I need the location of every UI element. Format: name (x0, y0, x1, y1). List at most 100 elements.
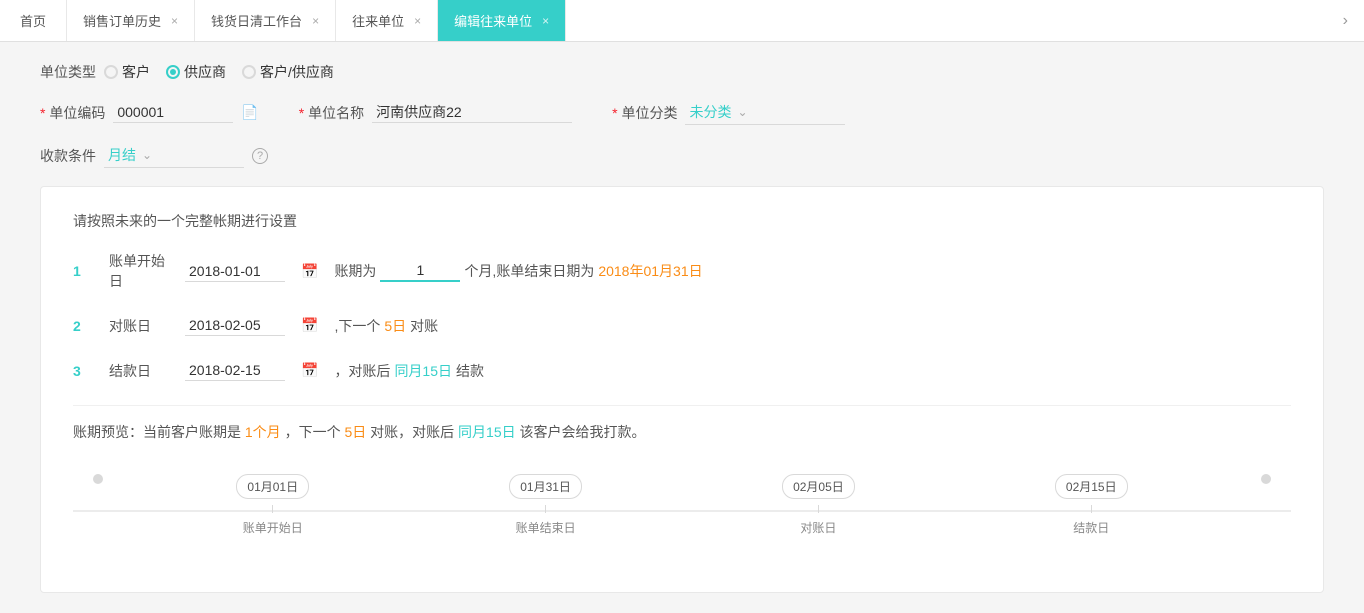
unit-category-label: 单位分类 (612, 103, 677, 123)
tab-label-cash-ledger: 钱货日清工作台 (211, 11, 302, 30)
reconcile-date-input[interactable] (185, 315, 285, 336)
suffix-pre-3: ，对账后 (334, 361, 390, 381)
doc-icon[interactable]: 📄 (241, 104, 258, 121)
unit-category-value: 未分类 (689, 102, 731, 122)
page-content: 单位类型 客户 供应商 客户/供应商 单位编码 📄 (0, 42, 1364, 613)
tabs-bar: 首页销售订单历史×钱货日清工作台×往来单位×编辑往来单位×› (0, 0, 1364, 42)
calendar-icon-3[interactable]: 📅 (301, 362, 318, 379)
timeline-label-4: 结款日 (1073, 519, 1109, 536)
radio-customer-supplier[interactable]: 客户/供应商 (242, 62, 334, 82)
tab-cash-ledger[interactable]: 钱货日清工作台 × (195, 0, 336, 41)
suffix-pre-2: ,下一个 (334, 316, 380, 336)
unit-code-label: 单位编码 (40, 103, 105, 123)
tab-close-cash-ledger[interactable]: × (312, 14, 319, 28)
end-date-highlight: 2018年01月31日 (598, 261, 702, 281)
unit-name-input[interactable] (372, 102, 572, 123)
setting-num-1: 1 (73, 263, 93, 279)
preview-part2: 5日 (344, 424, 366, 440)
suffix-post-3: 结款 (456, 361, 484, 381)
preview-label: 账期预览：当前客户账期是 (73, 424, 241, 440)
timeline-label-2: 账单结束日 (516, 519, 576, 536)
timeline-stem-3 (818, 505, 819, 513)
tab-close-sales-history[interactable]: × (171, 14, 178, 28)
radio-label-customer: 客户 (122, 62, 150, 82)
setting-row-1: 1 账单开始日 📅 账期为 个月,账单结束日期为 2018年01月31日 (73, 251, 1291, 291)
period-card: 请按照未来的一个完整帐期进行设置 1 账单开始日 📅 账期为 个月,账单结束日期… (40, 186, 1324, 593)
timeline-node-3: 02月05日 对账日 (782, 474, 855, 536)
timeline-label-3: 对账日 (800, 519, 836, 536)
setting-label-1: 账单开始日 (109, 251, 169, 291)
chevron-down-icon-payment: ⌄ (142, 148, 152, 162)
period-input[interactable] (380, 260, 460, 282)
tab-sales-history[interactable]: 销售订单历史 × (67, 0, 195, 41)
timeline-node-1: 01月01日 账单开始日 (236, 474, 309, 536)
setting-suffix-1: 账期为 个月,账单结束日期为 2018年01月31日 (334, 260, 702, 282)
radio-group-unit-type: 客户 供应商 客户/供应商 (104, 62, 334, 82)
tab-home[interactable]: 首页 (0, 0, 67, 41)
setting-num-2: 2 (73, 318, 93, 334)
unit-category-select[interactable]: 未分类 ⌄ (685, 100, 845, 125)
preview-text: 账期预览：当前客户账期是 1个月 ，下一个 5日 对账，对账后 同月15日 该客… (73, 422, 1291, 442)
tab-edit-counterparty[interactable]: 编辑往来单位× (438, 0, 566, 41)
radio-circle-supplier (166, 65, 180, 79)
setting-label-3: 结款日 (109, 361, 169, 381)
form-row-unit-type: 单位类型 客户 供应商 客户/供应商 (40, 62, 1324, 82)
preview-connector1: ，下一个 (285, 424, 341, 440)
unit-name-label: 单位名称 (299, 103, 364, 123)
timeline-start-dot (93, 474, 103, 484)
radio-circle-customer (104, 65, 118, 79)
timeline-pill-1: 01月01日 (236, 474, 309, 499)
radio-supplier[interactable]: 供应商 (166, 62, 226, 82)
payment-highlight: 同月15日 (394, 361, 452, 381)
timeline-stem-4 (1091, 505, 1092, 513)
reconcile-highlight: 5日 (384, 316, 406, 336)
form-row-payment-terms: 收款条件 月结 ⌄ ? (40, 143, 1324, 168)
timeline-pill-3: 02月05日 (782, 474, 855, 499)
dot-start (93, 474, 103, 484)
timeline-stem-2 (545, 505, 546, 513)
setting-suffix-3: ，对账后 同月15日 结款 (334, 361, 484, 381)
help-icon[interactable]: ? (252, 148, 268, 164)
unit-type-label: 单位类型 (40, 62, 96, 82)
field-unit-name: 单位名称 (299, 102, 572, 123)
setting-row-2: 2 对账日 📅 ,下一个 5日 对账 (73, 315, 1291, 336)
tab-more[interactable]: › (1327, 12, 1364, 30)
timeline-pill-4: 02月15日 (1055, 474, 1128, 499)
field-payment-terms: 收款条件 月结 ⌄ ? (40, 143, 268, 168)
suffix-post-2: 对账 (410, 316, 438, 336)
preview-connector2: 对账，对账后 (370, 424, 454, 440)
preview-section: 账期预览：当前客户账期是 1个月 ，下一个 5日 对账，对账后 同月15日 该客… (73, 405, 1291, 560)
radio-label-supplier: 供应商 (184, 62, 226, 82)
radio-circle-customer-supplier (242, 65, 256, 79)
setting-row-3: 3 结款日 📅 ，对账后 同月15日 结款 (73, 360, 1291, 381)
radio-customer[interactable]: 客户 (104, 62, 150, 82)
preview-part1: 1个月 (245, 424, 281, 440)
timeline-end-dot (1261, 474, 1271, 484)
tab-close-edit-counterparty[interactable]: × (542, 14, 549, 28)
preview-suffix: 该客户会给我打款。 (520, 424, 646, 440)
timeline: 01月01日 账单开始日 01月31日 账单结束日 02月05日 (73, 462, 1291, 560)
setting-label-2: 对账日 (109, 316, 169, 336)
start-date-input[interactable] (185, 261, 285, 282)
timeline-pill-2: 01月31日 (509, 474, 582, 499)
calendar-icon-1[interactable]: 📅 (301, 263, 318, 280)
calendar-icon-2[interactable]: 📅 (301, 317, 318, 334)
suffix-post-1: 个月,账单结束日期为 (464, 261, 594, 281)
payment-date-input[interactable] (185, 360, 285, 381)
payment-terms-value: 月结 (108, 145, 136, 165)
unit-code-input[interactable] (113, 102, 233, 123)
tab-label-sales-history: 销售订单历史 (83, 11, 161, 30)
timeline-node-4: 02月15日 结款日 (1055, 474, 1128, 536)
dot-end (1261, 474, 1271, 484)
card-subtitle: 请按照未来的一个完整帐期进行设置 (73, 211, 1291, 231)
field-unit-code: 单位编码 📄 (40, 102, 259, 123)
preview-part3: 同月15日 (458, 424, 516, 440)
setting-suffix-2: ,下一个 5日 对账 (334, 316, 438, 336)
radio-label-customer-supplier: 客户/供应商 (260, 62, 334, 82)
tab-counterparty[interactable]: 往来单位× (336, 0, 438, 41)
suffix-pre-1: 账期为 (334, 261, 376, 281)
setting-num-3: 3 (73, 363, 93, 379)
chevron-down-icon: ⌄ (737, 105, 747, 119)
payment-terms-select[interactable]: 月结 ⌄ (104, 143, 244, 168)
tab-close-counterparty[interactable]: × (414, 14, 421, 28)
